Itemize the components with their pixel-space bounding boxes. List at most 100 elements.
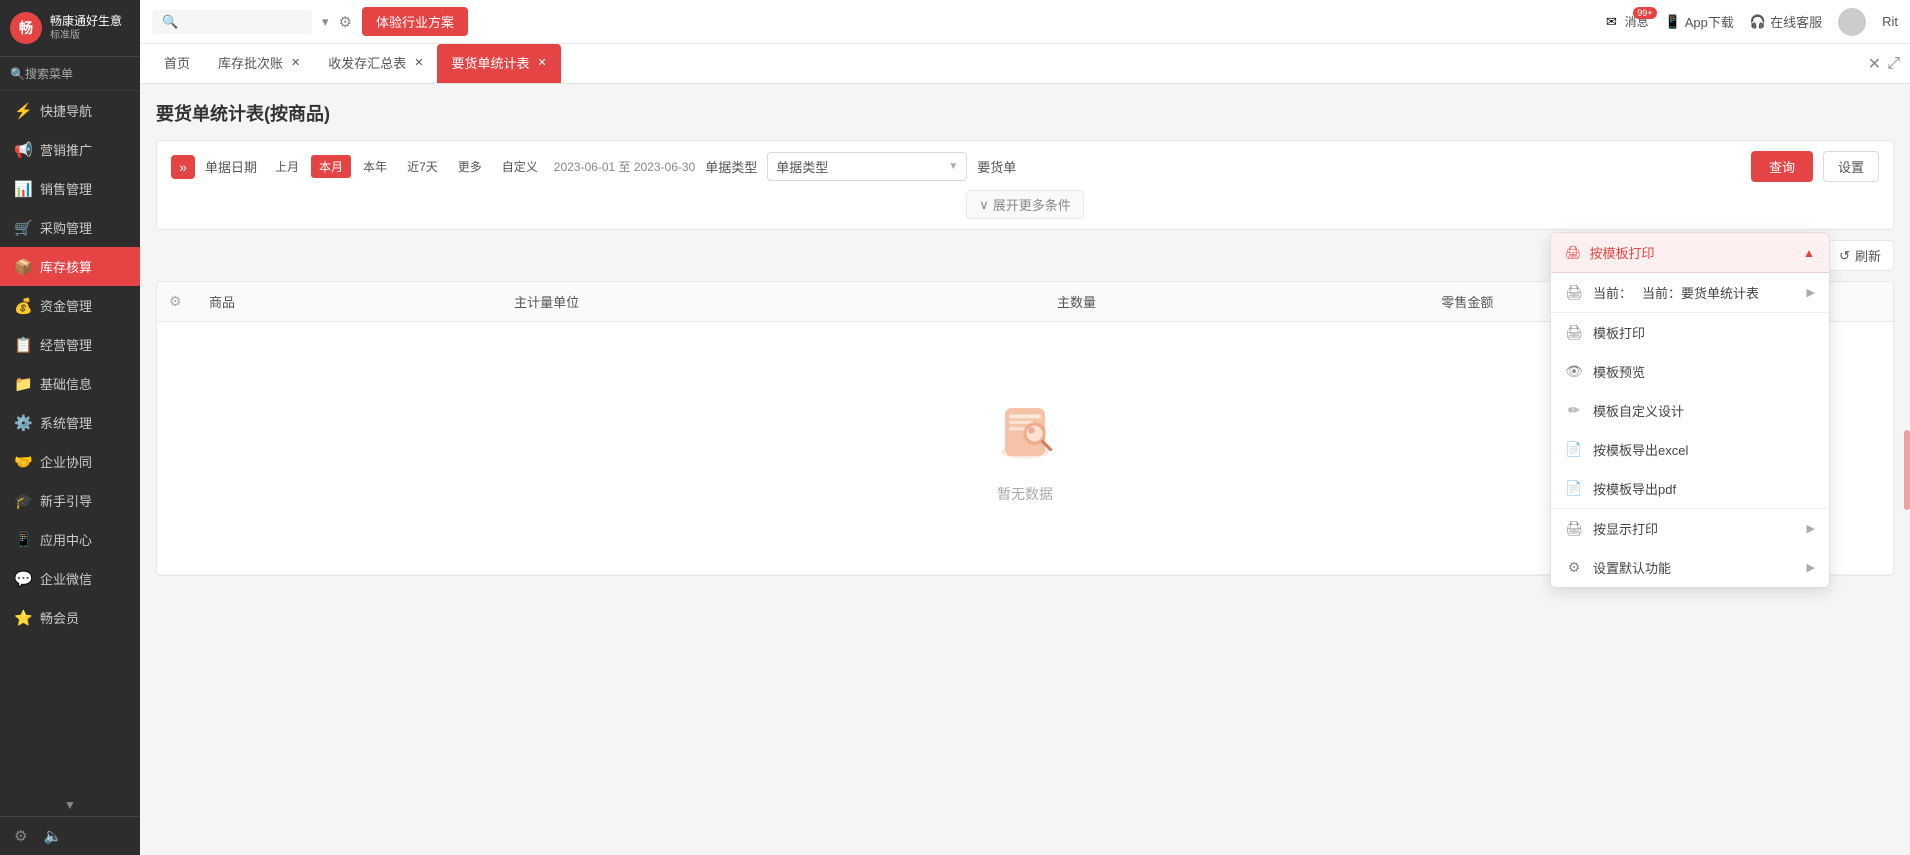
tab-batch-account[interactable]: 库存批次账 ✕ [204, 44, 314, 83]
sidebar-item-newguide[interactable]: 🎓 新手引导 [0, 481, 140, 520]
template-design-label: 模板自定义设计 [1593, 401, 1684, 420]
template-print-label: 模板打印 [1593, 323, 1645, 342]
scrollbar[interactable] [1904, 430, 1910, 510]
member-icon: ⭐ [14, 609, 32, 627]
dropdown-display-print[interactable]: 🖨 按显示打印 ▶ [1551, 509, 1829, 548]
table-settings-icon[interactable]: ⚙ [169, 293, 182, 309]
sidebar-item-basic[interactable]: 📁 基础信息 [0, 364, 140, 403]
main-area: 🔍 ▾ ⚙ 体验行业方案 ✉ 99+ 消息 📱 App下载 🎧 在线客服 Rit [140, 0, 1910, 855]
date-tab-custom[interactable]: 自定义 [494, 155, 546, 178]
system-icon: ⚙️ [14, 414, 32, 432]
type-select-value: 单据类型 [776, 157, 828, 176]
date-tab-current-year[interactable]: 本年 [355, 155, 395, 178]
message-badge: 99+ [1633, 7, 1656, 19]
sidebar-search[interactable]: 🔍 搜索菜单 [0, 57, 140, 91]
date-tab-current-month[interactable]: 本月 [311, 155, 351, 178]
sidebar-item-operation[interactable]: 📋 经营管理 [0, 325, 140, 364]
sidebar-item-corpwechat[interactable]: 💬 企业微信 [0, 559, 140, 598]
dropdown-set-default[interactable]: ⚙ 设置默认功能 ▶ [1551, 548, 1829, 587]
settings-button[interactable]: 设置 [1823, 151, 1879, 182]
finance-icon: 💰 [14, 297, 32, 315]
display-print-label: 按显示打印 [1593, 519, 1658, 538]
tab-order-stats-close[interactable]: ✕ [538, 56, 547, 69]
dropdown-export-pdf[interactable]: 📄 按模板导出pdf [1551, 469, 1829, 508]
sidebar-item-marketing[interactable]: 📢 营销推广 [0, 130, 140, 169]
tab-home[interactable]: 首页 [150, 44, 204, 83]
tab-expand-icon[interactable]: ⤢ [1887, 55, 1900, 73]
dropdown-export-excel[interactable]: 📄 按模板导出excel [1551, 430, 1829, 469]
sidebar-nav: ⚡ 快捷导航 📢 营销推广 📊 销售管理 🛒 采购管理 📦 库存核算 💰 资金管… [0, 91, 140, 794]
col-product: 商品 [197, 282, 502, 322]
app-logo: 畅 畅康通好生意 标准版 [0, 0, 140, 57]
content-area: 要货单统计表(按商品) » 单据日期 上月 本月 本年 近7天 更多 自定义 2… [140, 84, 1910, 855]
sidebar-item-sales[interactable]: 📊 销售管理 [0, 169, 140, 208]
sidebar-item-appcenter[interactable]: 📱 应用中心 [0, 520, 140, 559]
tab-batch-account-close[interactable]: ✕ [291, 56, 300, 69]
date-tab-more[interactable]: 更多 [450, 155, 490, 178]
message-icon-wrap[interactable]: ✉ 99+ 消息 [1606, 13, 1649, 30]
empty-text: 暂无数据 [997, 484, 1053, 504]
col-quantity: 主数量 [1045, 282, 1429, 322]
filter-bar: » 单据日期 上月 本月 本年 近7天 更多 自定义 2023-06-01 至 … [156, 140, 1894, 230]
query-button[interactable]: 查询 [1751, 151, 1813, 182]
dropdown-current-item[interactable]: 🖨 当前： 当前：要货单统计表 ▶ [1551, 273, 1829, 312]
dropdown-template-print[interactable]: 🖨 模板打印 [1551, 313, 1829, 352]
app-download-btn[interactable]: 📱 App下载 [1665, 12, 1734, 31]
topbar-search-box[interactable]: 🔍 [152, 10, 312, 34]
topbar-gear-icon[interactable]: ⚙ [339, 13, 352, 31]
tab-receipt-summary-close[interactable]: ✕ [414, 56, 423, 69]
search-icon: 🔍 [10, 67, 25, 81]
audio-footer-icon[interactable]: 🔈 [43, 827, 62, 845]
topbar-search-dropdown[interactable]: ▾ [322, 14, 329, 30]
headset-icon: 🎧 [1750, 14, 1766, 30]
tabs-right-controls: ✕ ⤢ [1868, 44, 1900, 83]
sidebar-scroll-down[interactable]: ▼ [0, 794, 140, 816]
settings-footer-icon[interactable]: ⚙ [14, 827, 27, 845]
sidebar-item-purchase[interactable]: 🛒 采购管理 [0, 208, 140, 247]
topbar-search-icon: 🔍 [162, 14, 178, 30]
filter-toggle-button[interactable]: » [171, 155, 195, 179]
sidebar-item-system[interactable]: ⚙️ 系统管理 [0, 403, 140, 442]
date-range-display: 2023-06-01 至 2023-06-30 [554, 158, 695, 175]
purchase-icon: 🛒 [14, 219, 32, 237]
tab-close-all-icon[interactable]: ✕ [1868, 54, 1881, 74]
type-select[interactable]: 单据类型 ▼ [767, 152, 967, 181]
sidebar-item-inventory[interactable]: 📦 库存核算 [0, 247, 140, 286]
set-default-arrow: ▶ [1807, 561, 1815, 574]
expand-more-row: ∨ 展开更多条件 [171, 190, 1879, 219]
refresh-button[interactable]: ↺ 刷新 [1826, 240, 1894, 271]
dropdown-collapse-icon[interactable]: ▲ [1803, 246, 1815, 260]
download-icon: 📱 [1665, 14, 1681, 30]
sidebar-footer: ⚙ 🔈 [0, 816, 140, 855]
user-avatar[interactable] [1838, 8, 1866, 36]
dropdown-template-preview[interactable]: 👁 模板预览 [1551, 352, 1829, 391]
template-preview-icon: 👁 [1565, 363, 1583, 380]
tabs-bar: 首页 库存批次账 ✕ 收发存汇总表 ✕ 要货单统计表 ✕ ✕ ⤢ [140, 44, 1910, 84]
export-pdf-icon: 📄 [1565, 480, 1583, 497]
online-service-btn[interactable]: 🎧 在线客服 [1750, 12, 1822, 31]
current-item-value: 当前：要货单统计表 [1642, 283, 1759, 302]
sidebar-item-member[interactable]: ⭐ 畅会员 [0, 598, 140, 637]
topbar-right: ✉ 99+ 消息 📱 App下载 🎧 在线客服 Rit [1606, 8, 1898, 36]
export-excel-label: 按模板导出excel [1593, 440, 1688, 459]
trial-button[interactable]: 体验行业方案 [362, 7, 468, 36]
col-unit: 主计量单位 [502, 282, 1045, 322]
topbar-search-input[interactable] [184, 15, 284, 29]
date-tab-7days[interactable]: 近7天 [399, 155, 446, 178]
sidebar-item-finance[interactable]: 💰 资金管理 [0, 286, 140, 325]
sidebar-item-corp[interactable]: 🤝 企业协同 [0, 442, 140, 481]
type-label: 单据类型 [705, 157, 757, 176]
expand-more-btn[interactable]: ∨ 展开更多条件 [966, 190, 1084, 219]
corp-icon: 🤝 [14, 453, 32, 471]
dropdown-template-design[interactable]: ✏ 模板自定义设计 [1551, 391, 1829, 430]
print-dropdown-menu: 🖨 按模板打印 ▲ 🖨 当前： 当前：要货单统计表 ▶ 🖨 模板打印 👁 [1550, 232, 1830, 588]
tab-order-stats[interactable]: 要货单统计表 ✕ [437, 44, 560, 83]
sidebar-item-quicknav[interactable]: ⚡ 快捷导航 [0, 91, 140, 130]
display-print-icon: 🖨 [1565, 520, 1583, 537]
marketing-icon: 📢 [14, 141, 32, 159]
template-design-icon: ✏ [1565, 402, 1583, 419]
current-item-label: 当前： [1593, 283, 1632, 302]
tab-receipt-summary[interactable]: 收发存汇总表 ✕ [314, 44, 437, 83]
date-tab-prev-month[interactable]: 上月 [267, 155, 307, 178]
username-label[interactable]: Rit [1882, 14, 1898, 29]
